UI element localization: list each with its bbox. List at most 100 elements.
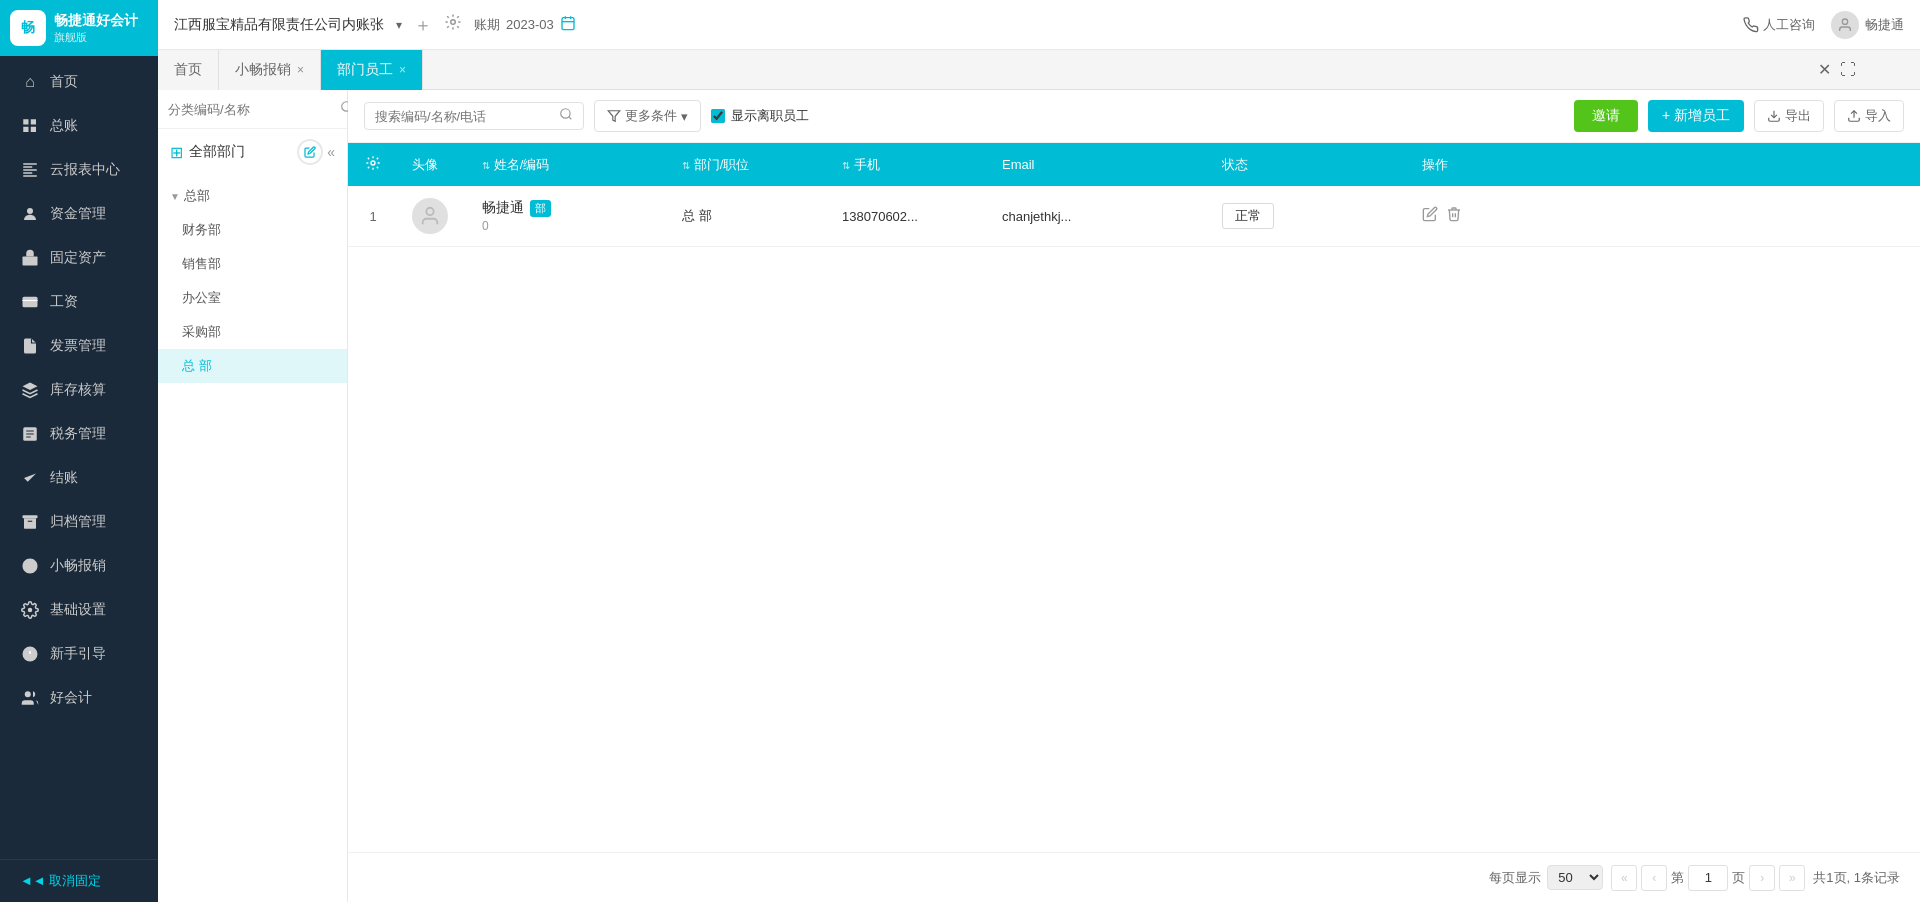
status-badge: 正常 <box>1222 203 1274 229</box>
dept-item-label: 销售部 <box>182 255 221 273</box>
first-page-button[interactable]: « <box>1611 865 1637 891</box>
prev-page-button[interactable]: ‹ <box>1641 865 1667 891</box>
support-button[interactable]: 人工咨询 <box>1743 16 1815 34</box>
search-icon[interactable] <box>559 107 573 125</box>
dept-item-general[interactable]: 总 部 <box>158 349 347 383</box>
delete-button[interactable] <box>1446 206 1462 226</box>
sidebar-item-label: 总账 <box>50 117 78 135</box>
col-settings[interactable] <box>348 143 398 186</box>
col-name-code[interactable]: ⇅ 姓名/编码 <box>468 143 668 186</box>
main-area: 江西服宝精品有限责任公司内账张 ▾ ＋ 账期 2023-03 人工咨询 畅捷通 <box>158 0 1920 902</box>
employee-name: 畅捷通 <box>482 199 524 217</box>
invoice-icon <box>20 336 40 356</box>
sidebar-item-xiaochang[interactable]: 小畅报销 <box>0 544 158 588</box>
dept-item-general-parent[interactable]: ▼ 总部 <box>158 179 347 213</box>
close-xiaochang-tab[interactable]: × <box>297 63 304 77</box>
sidebar-item-fixed-assets[interactable]: 固定资产 <box>0 236 158 280</box>
cell-phone: 138070602... <box>828 186 988 247</box>
unpin-button[interactable]: ◄◄ 取消固定 <box>0 859 158 902</box>
svg-rect-0 <box>23 119 28 124</box>
tab-dept-employees[interactable]: 部门员工 × <box>321 50 423 90</box>
edit-button[interactable] <box>1422 206 1438 226</box>
logo-subtitle: 旗舰版 <box>54 30 138 45</box>
tab-xiaochang-expense[interactable]: 小畅报销 × <box>219 50 321 90</box>
show-resigned-toggle[interactable]: 显示离职员工 <box>711 107 809 125</box>
sidebar-item-inventory[interactable]: 库存核算 <box>0 368 158 412</box>
dept-search-box <box>158 90 347 129</box>
col-phone[interactable]: ⇅ 手机 <box>828 143 988 186</box>
cell-actions <box>1408 186 1920 247</box>
svg-point-12 <box>451 20 456 25</box>
svg-rect-3 <box>31 127 36 132</box>
collapse-panel-button[interactable]: « <box>327 144 335 160</box>
topbar-right: 人工咨询 畅捷通 <box>1743 11 1904 39</box>
next-page-button[interactable]: › <box>1749 865 1775 891</box>
dept-search-input[interactable] <box>168 102 336 117</box>
sidebar-item-invoice[interactable]: 发票管理 <box>0 324 158 368</box>
add-dept-button[interactable] <box>297 139 323 165</box>
home-icon: ⌂ <box>20 72 40 92</box>
grid-icon: ⊞ <box>170 143 183 162</box>
dept-item-finance[interactable]: 财务部 <box>158 213 347 247</box>
account-period: 账期 2023-03 <box>474 15 576 34</box>
calendar-icon[interactable] <box>560 15 576 34</box>
col-dept-position[interactable]: ⇅ 部门/职位 <box>668 143 828 186</box>
add-employee-button[interactable]: + 新增员工 <box>1648 100 1744 132</box>
sidebar-item-tax[interactable]: 税务管理 <box>0 412 158 456</box>
support-label: 人工咨询 <box>1763 16 1815 34</box>
svg-rect-13 <box>562 18 574 30</box>
svg-point-4 <box>27 208 33 214</box>
department-tree: ▼ 总部 财务部 销售部 办公室 采购部 总 部 <box>158 175 347 902</box>
assets-mgmt-icon <box>20 204 40 224</box>
show-resigned-label: 显示离职员工 <box>731 107 809 125</box>
sidebar-item-salary[interactable]: 工资 <box>0 280 158 324</box>
sidebar-item-assets-mgmt[interactable]: 资金管理 <box>0 192 158 236</box>
fullscreen-button[interactable]: ⛶ <box>1836 58 1860 82</box>
sidebar-item-label: 税务管理 <box>50 425 106 443</box>
period-label: 账期 <box>474 16 500 34</box>
sidebar-item-closing[interactable]: 结账 <box>0 456 158 500</box>
sidebar-item-settings[interactable]: 基础设置 <box>0 588 158 632</box>
per-page-select[interactable]: 50 10 20 100 <box>1547 865 1603 890</box>
employee-search-input[interactable] <box>375 109 553 124</box>
dept-item-label: 总 部 <box>182 357 212 375</box>
export-button[interactable]: 导出 <box>1754 100 1824 132</box>
sidebar-item-archive[interactable]: 归档管理 <box>0 500 158 544</box>
user-name: 畅捷通 <box>1865 16 1904 34</box>
page-unit: 页 <box>1732 869 1745 887</box>
col-email: Email <box>988 143 1208 186</box>
dept-item-sales[interactable]: 销售部 <box>158 247 347 281</box>
sidebar-item-reports[interactable]: 云报表中心 <box>0 148 158 192</box>
page-navigation: « ‹ 第 页 › » <box>1611 865 1805 891</box>
sidebar-item-ledger[interactable]: 总账 <box>0 104 158 148</box>
sidebar-item-home[interactable]: ⌂ 首页 <box>0 60 158 104</box>
last-page-button[interactable]: » <box>1779 865 1805 891</box>
sidebar-item-label: 结账 <box>50 469 78 487</box>
tab-home[interactable]: 首页 <box>158 50 219 90</box>
inventory-icon <box>20 380 40 400</box>
company-dropdown-icon[interactable]: ▾ <box>396 18 402 32</box>
invite-button[interactable]: 邀请 <box>1574 100 1638 132</box>
all-dept-label: 全部部门 <box>189 143 245 161</box>
import-button[interactable]: 导入 <box>1834 100 1904 132</box>
add-company-button[interactable]: ＋ <box>414 13 432 37</box>
sidebar-item-guide[interactable]: 新手引导 <box>0 632 158 676</box>
dept-header-actions: « <box>297 139 335 165</box>
close-dept-tab[interactable]: × <box>399 63 406 77</box>
dept-item-purchase[interactable]: 采购部 <box>158 315 347 349</box>
show-resigned-checkbox[interactable] <box>711 109 725 123</box>
close-all-tabs-button[interactable]: ✕ <box>1812 58 1836 82</box>
action-buttons <box>1422 206 1906 226</box>
more-filter-button[interactable]: 更多条件 ▾ <box>594 100 701 132</box>
dept-item-office[interactable]: 办公室 <box>158 281 347 315</box>
settings-button[interactable] <box>444 13 462 36</box>
user-menu[interactable]: 畅捷通 <box>1831 11 1904 39</box>
archive-icon <box>20 512 40 532</box>
dept-item-label: 办公室 <box>182 289 221 307</box>
sidebar-item-partner[interactable]: 好会计 <box>0 676 158 720</box>
guide-icon <box>20 644 40 664</box>
sidebar-item-label: 云报表中心 <box>50 161 120 179</box>
fixed-assets-icon <box>20 248 40 268</box>
page-input[interactable] <box>1688 865 1728 891</box>
cell-name-code: 畅捷通 部 0 <box>468 186 668 247</box>
